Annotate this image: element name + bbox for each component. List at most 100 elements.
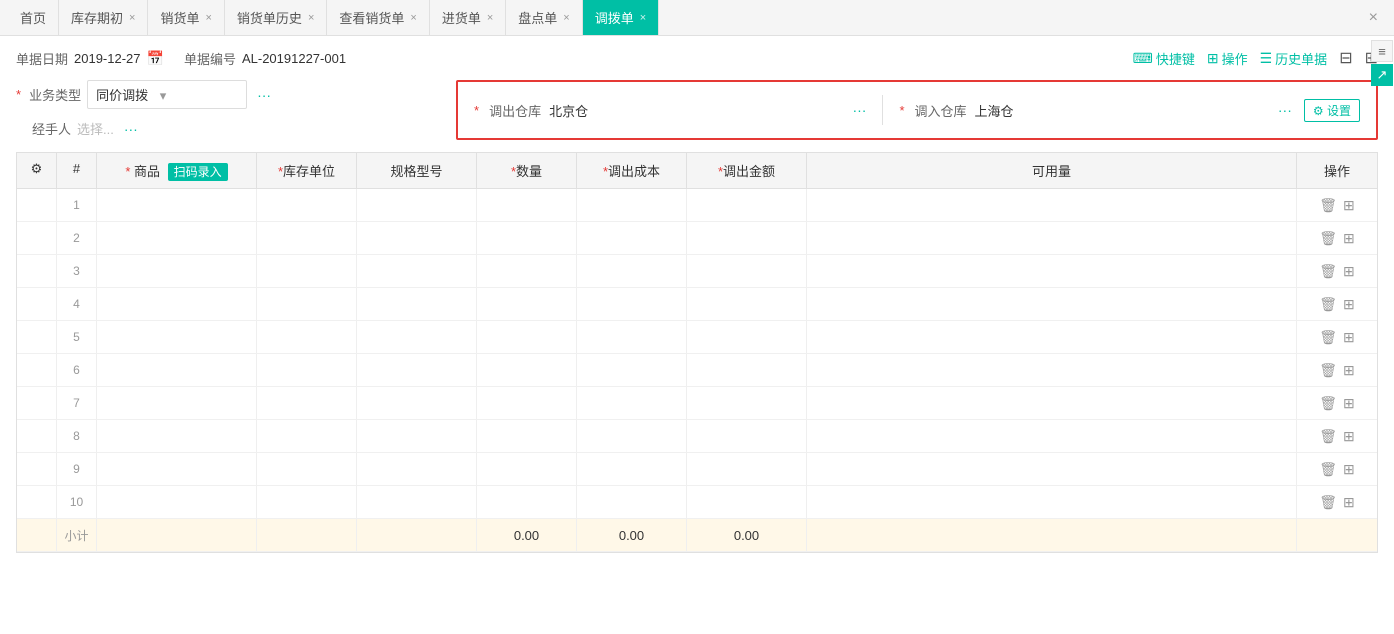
row-spec	[357, 354, 477, 386]
tab-stocktake[interactable]: 盘点单 ×	[506, 0, 582, 35]
row-amount	[687, 354, 807, 386]
business-type-label: 业务类型	[29, 85, 81, 104]
row-product[interactable]	[97, 453, 257, 485]
row-qty	[477, 321, 577, 353]
table-row: 7 🗑 ⊞	[17, 387, 1377, 420]
settings-button[interactable]: ⚙ 设置	[1304, 99, 1360, 122]
table-row: 3 🗑 ⊞	[17, 255, 1377, 288]
delete-row-icon[interactable]: 🗑	[1319, 362, 1337, 379]
form-section: * 业务类型 同价调拨 ▾ ··· 经手人 选择... ··· * 调出仓库 北…	[16, 80, 1378, 140]
settings-label: 设置	[1327, 104, 1351, 118]
th-settings[interactable]: ⚙	[17, 153, 57, 188]
row-cost	[577, 420, 687, 452]
person-select[interactable]: 选择...	[77, 119, 114, 138]
grid-view-icon[interactable]: ⊟	[1339, 48, 1352, 68]
row-unit	[257, 453, 357, 485]
date-value: 2019-12-27	[74, 51, 141, 66]
tab-home[interactable]: 首页	[8, 0, 59, 35]
sidebar-export-icon[interactable]: ↗	[1371, 64, 1393, 86]
row-qty	[477, 387, 577, 419]
delete-row-icon[interactable]: 🗑	[1319, 461, 1337, 478]
delete-row-icon[interactable]: 🗑	[1319, 197, 1337, 214]
row-product[interactable]	[97, 321, 257, 353]
copy-row-icon[interactable]: ⊞	[1343, 197, 1355, 214]
delete-row-icon[interactable]: 🗑	[1319, 428, 1337, 445]
tab-sales-history-close[interactable]: ×	[308, 12, 314, 24]
row-cost	[577, 486, 687, 518]
in-warehouse-more-button[interactable]: ···	[1278, 102, 1292, 118]
tab-sales-history-label: 销货单历史	[237, 8, 302, 27]
table-row: 10 🗑 ⊞	[17, 486, 1377, 519]
close-all-tabs-button[interactable]: ×	[1361, 9, 1386, 27]
tab-purchase-order-close[interactable]: ×	[487, 12, 493, 24]
tab-view-sales-close[interactable]: ×	[410, 12, 416, 24]
operations-button[interactable]: ⊞ 操作	[1207, 49, 1248, 68]
tab-transfer-close[interactable]: ×	[640, 12, 646, 24]
tab-stocktake-close[interactable]: ×	[563, 12, 569, 24]
tab-view-sales[interactable]: 查看销货单 ×	[327, 0, 429, 35]
out-warehouse-more-button[interactable]: ···	[852, 102, 866, 118]
sidebar-notes-icon[interactable]: ≡	[1371, 40, 1393, 62]
calendar-icon[interactable]: 📅	[147, 50, 164, 67]
row-product[interactable]	[97, 222, 257, 254]
row-spec	[357, 486, 477, 518]
copy-row-icon[interactable]: ⊞	[1343, 263, 1355, 280]
copy-row-icon[interactable]: ⊞	[1343, 395, 1355, 412]
copy-row-icon[interactable]: ⊞	[1343, 428, 1355, 445]
row-product[interactable]	[97, 387, 257, 419]
row-product[interactable]	[97, 189, 257, 221]
copy-row-icon[interactable]: ⊞	[1343, 296, 1355, 313]
row-amount	[687, 288, 807, 320]
row-qty	[477, 189, 577, 221]
row-settings-icon	[17, 288, 57, 320]
history-button[interactable]: ☰ 历史单据	[1260, 49, 1328, 68]
header-row: 单据日期 2019-12-27 📅 单据编号 AL-20191227-001 ⌨…	[16, 48, 1378, 68]
tab-inventory-init-close[interactable]: ×	[129, 12, 135, 24]
delete-row-icon[interactable]: 🗑	[1319, 395, 1337, 412]
copy-row-icon[interactable]: ⊞	[1343, 362, 1355, 379]
person-more-button[interactable]: ···	[124, 121, 138, 137]
tab-inventory-init[interactable]: 库存期初 ×	[59, 0, 148, 35]
tab-transfer[interactable]: 调拨单 ×	[583, 0, 659, 35]
table-body: 1 🗑 ⊞ 2	[17, 189, 1377, 519]
business-type-more-button[interactable]: ···	[257, 87, 271, 103]
copy-row-icon[interactable]: ⊞	[1343, 230, 1355, 247]
row-cost	[577, 255, 687, 287]
row-available	[807, 453, 1297, 485]
tab-sales-history[interactable]: 销货单历史 ×	[225, 0, 327, 35]
row-product[interactable]	[97, 354, 257, 386]
row-product[interactable]	[97, 288, 257, 320]
delete-row-icon[interactable]: 🗑	[1319, 230, 1337, 247]
delete-row-icon[interactable]: 🗑	[1319, 494, 1337, 511]
shortcut-button[interactable]: ⌨ 快捷键	[1133, 49, 1195, 68]
row-spec	[357, 321, 477, 353]
tab-sales-order[interactable]: 销货单 ×	[148, 0, 224, 35]
table-row: 9 🗑 ⊞	[17, 453, 1377, 486]
row-spec	[357, 420, 477, 452]
copy-row-icon[interactable]: ⊞	[1343, 461, 1355, 478]
delete-row-icon[interactable]: 🗑	[1319, 263, 1337, 280]
th-spec: 规格型号	[357, 153, 477, 188]
scan-button[interactable]: 扫码录入	[168, 163, 228, 181]
row-unit	[257, 255, 357, 287]
copy-row-icon[interactable]: ⊞	[1343, 329, 1355, 346]
delete-row-icon[interactable]: 🗑	[1319, 329, 1337, 346]
row-spec	[357, 288, 477, 320]
row-settings-icon	[17, 420, 57, 452]
row-product[interactable]	[97, 486, 257, 518]
doc-num-field: 单据编号 AL-20191227-001	[184, 49, 346, 68]
copy-row-icon[interactable]: ⊞	[1343, 494, 1355, 511]
table-header: ⚙ # * 商品 扫码录入 *库存单位 规格型号 *数量 *调出成本 *调出金额…	[17, 153, 1377, 189]
row-settings-icon	[17, 387, 57, 419]
row-product[interactable]	[97, 420, 257, 452]
row-amount	[687, 486, 807, 518]
business-type-dropdown[interactable]: 同价调拨 ▾	[87, 80, 247, 109]
delete-row-icon[interactable]: 🗑	[1319, 296, 1337, 313]
row-amount	[687, 420, 807, 452]
form-left: * 业务类型 同价调拨 ▾ ··· 经手人 选择... ···	[16, 80, 456, 138]
tab-purchase-order[interactable]: 进货单 ×	[430, 0, 506, 35]
operations-label: 操作	[1222, 49, 1248, 68]
row-product[interactable]	[97, 255, 257, 287]
tab-sales-order-close[interactable]: ×	[205, 12, 211, 24]
row-qty	[477, 354, 577, 386]
